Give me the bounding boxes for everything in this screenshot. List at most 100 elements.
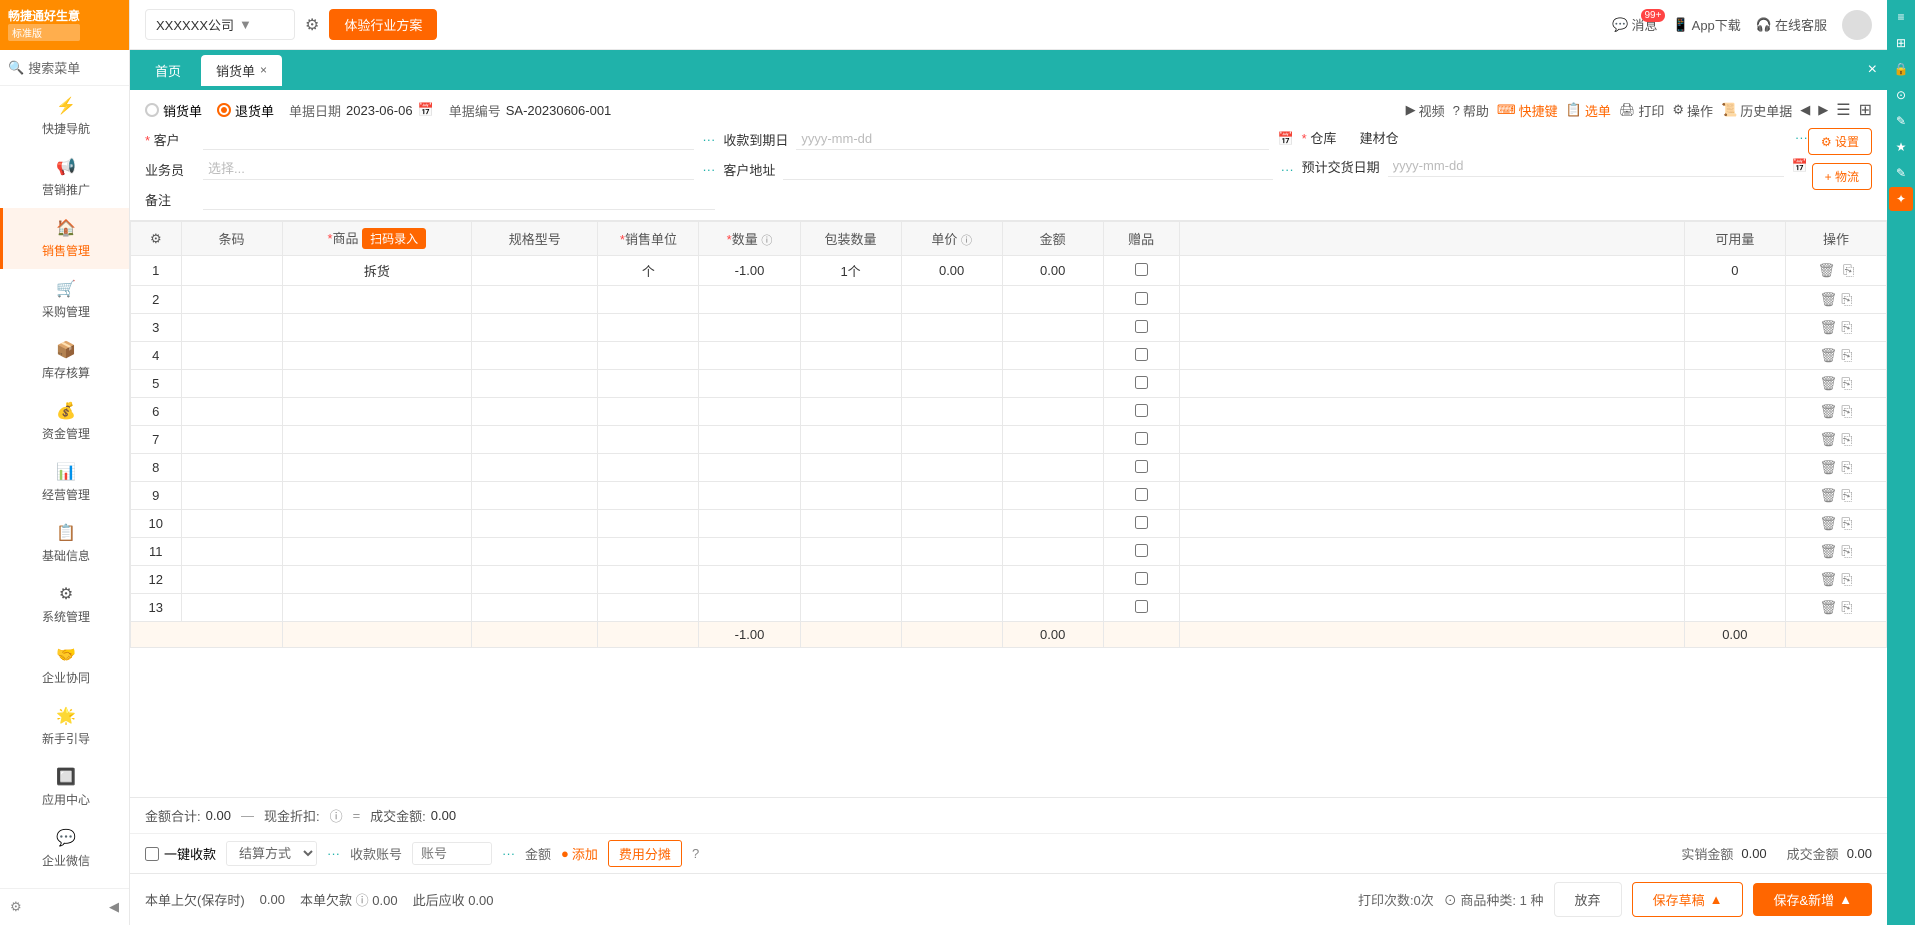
sidebar-item-basic[interactable]: 📋 基础信息 — [0, 513, 129, 574]
sidebar-item-system[interactable]: ⚙ 系统管理 — [0, 574, 129, 635]
remarks-input[interactable] — [203, 188, 715, 210]
expense-button[interactable]: 费用分摊 — [608, 840, 682, 867]
delete-icon[interactable]: 🗑 — [1819, 599, 1837, 615]
select-button[interactable]: 📋 选单 — [1566, 101, 1611, 120]
panel-btn-7[interactable]: ✎ — [1889, 161, 1913, 185]
copy-icon[interactable]: ⎘ — [1841, 403, 1852, 419]
copy-icon[interactable]: ⎘ — [1841, 571, 1852, 587]
calendar-icon[interactable]: 📅 — [418, 102, 434, 118]
sidebar-item-marketing[interactable]: 📢 营销推广 — [0, 147, 129, 208]
avatar[interactable] — [1842, 10, 1872, 40]
list-view-icon[interactable]: ☰ — [1836, 100, 1850, 120]
delete-icon[interactable]: 🗑 — [1819, 347, 1837, 363]
payment-method-select[interactable]: 结算方式 — [226, 841, 317, 866]
expected-date-input[interactable] — [1388, 155, 1784, 177]
copy-icon[interactable]: ⎘ — [1841, 375, 1852, 391]
radio-return-order[interactable]: 退货单 — [217, 101, 274, 120]
panel-btn-2[interactable]: ⊞ — [1889, 31, 1913, 55]
sidebar-item-inventory[interactable]: 📦 库存核算 — [0, 330, 129, 391]
row-qty-1[interactable]: -1.00 — [699, 256, 800, 286]
help-button[interactable]: ? 帮助 — [1453, 101, 1489, 120]
video-button[interactable]: ▶ 视频 — [1406, 101, 1445, 120]
save-new-chevron[interactable]: ▲ — [1839, 892, 1852, 907]
online-service-button[interactable]: 🎧 在线客服 — [1756, 15, 1827, 34]
panel-btn-8[interactable]: ✦ — [1889, 187, 1913, 211]
sidebar-item-sales[interactable]: 🏠 销售管理 — [0, 208, 129, 269]
radio-sales-order[interactable]: 销货单 — [145, 101, 202, 120]
settings-gear-icon[interactable]: ⚙ — [305, 15, 319, 35]
tab-sales-order[interactable]: 销货单 × — [201, 55, 282, 86]
row-pack-1[interactable]: 1个 — [800, 256, 901, 286]
sidebar-item-corp[interactable]: 🤝 企业协同 — [0, 635, 129, 696]
copy-icon[interactable]: ⎘ — [1841, 347, 1852, 363]
sidebar-search[interactable]: 🔍 搜索菜单 — [0, 50, 129, 86]
warehouse-dots[interactable]: ··· — [1795, 130, 1808, 145]
total-owe-help[interactable]: ⓘ — [356, 893, 369, 908]
panel-btn-4[interactable]: ⊙ — [1889, 83, 1913, 107]
one-click-checkbox[interactable] — [145, 847, 159, 861]
delete-icon[interactable]: 🗑 — [1819, 319, 1837, 335]
save-draft-button[interactable]: 保存草稿 ▲ — [1632, 882, 1744, 917]
sidebar-item-quicknav[interactable]: ⚡ 快捷导航 — [0, 86, 129, 147]
account-dots[interactable]: ··· — [502, 846, 515, 861]
row-spec-1[interactable] — [472, 256, 598, 286]
customer-address-input[interactable] — [783, 158, 1272, 180]
sidebar-item-wechat[interactable]: 💬 企业微信 — [0, 818, 129, 879]
row-gift-1[interactable] — [1103, 256, 1179, 286]
row-barcode-1[interactable] — [181, 256, 282, 286]
panel-btn-1[interactable]: ≡ — [1889, 5, 1913, 29]
copy-icon[interactable]: ⎘ — [1841, 291, 1852, 307]
th-settings[interactable]: ⚙ — [131, 222, 182, 256]
sidebar-item-finance[interactable]: 💰 资金管理 — [0, 391, 129, 452]
panel-btn-5[interactable]: ✎ — [1889, 109, 1913, 133]
due-date-input[interactable] — [796, 128, 1269, 150]
nav-next-icon[interactable]: ▶ — [1818, 102, 1828, 118]
ops-button[interactable]: ⚙ 操作 — [1672, 101, 1713, 120]
type-icon[interactable]: ⊙ — [1444, 893, 1457, 908]
history-button[interactable]: 📜 历史单据 — [1721, 101, 1792, 120]
save-new-button[interactable]: 保存&新增 ▲ — [1753, 883, 1872, 916]
delete-icon[interactable]: 🗑 — [1819, 487, 1837, 503]
copy-icon[interactable]: ⎘ — [1841, 431, 1852, 447]
delete-icon[interactable]: 🗑 — [1819, 403, 1837, 419]
customer-input[interactable] — [203, 128, 694, 150]
logistics-button[interactable]: + 物流 — [1812, 163, 1872, 190]
expected-date-calendar-icon[interactable]: 📅 — [1792, 158, 1808, 174]
row-price-1[interactable]: 0.00 — [901, 256, 1002, 286]
sidebar-item-guide[interactable]: 🌟 新手引导 — [0, 696, 129, 757]
scan-button[interactable]: 扫码录入 — [362, 228, 426, 249]
delete-icon[interactable]: 🗑 — [1819, 571, 1837, 587]
delete-icon[interactable]: 🗑 — [1819, 515, 1837, 531]
delete-icon[interactable]: 🗑 — [1819, 431, 1837, 447]
save-draft-chevron[interactable]: ▲ — [1710, 892, 1723, 907]
copy-icon[interactable]: ⎘ — [1841, 543, 1852, 559]
address-dots[interactable]: ··· — [1281, 162, 1294, 177]
delete-row-icon[interactable]: 🗑 — [1818, 262, 1836, 278]
copy-icon[interactable]: ⎘ — [1841, 319, 1852, 335]
copy-icon[interactable]: ⎘ — [1841, 515, 1852, 531]
copy-icon[interactable]: ⎘ — [1841, 459, 1852, 475]
sidebar-item-purchase[interactable]: 🛒 采购管理 — [0, 269, 129, 330]
row-amount-1[interactable]: 0.00 — [1002, 256, 1103, 286]
copy-row-icon[interactable]: ⎘ — [1843, 262, 1854, 278]
payment-method-dots[interactable]: ··· — [327, 846, 340, 861]
app-download-button[interactable]: 📱 App下载 — [1672, 15, 1740, 34]
discount-help-icon[interactable]: ⓘ — [330, 806, 343, 825]
delete-icon[interactable]: 🗑 — [1819, 459, 1837, 475]
add-payment-button[interactable]: ● 添加 — [561, 844, 598, 863]
tab-home[interactable]: 首页 — [140, 55, 196, 86]
sidebar-item-apps[interactable]: 🔲 应用中心 — [0, 757, 129, 818]
tab-close-icon[interactable]: × — [260, 63, 267, 77]
expense-help-icon[interactable]: ? — [692, 846, 699, 861]
shortcut-button[interactable]: ⌨ 快捷键 — [1497, 101, 1558, 120]
row-product-1[interactable]: 拆货 — [282, 256, 471, 286]
row-unit-1[interactable]: 个 — [598, 256, 699, 286]
due-date-calendar-icon[interactable]: 📅 — [1277, 131, 1293, 147]
delete-icon[interactable]: 🗑 — [1819, 291, 1837, 307]
collapse-icon[interactable]: ◀ — [109, 899, 119, 915]
settings-icon[interactable]: ⚙ — [10, 899, 22, 915]
sidebar-item-operations[interactable]: 📊 经营管理 — [0, 452, 129, 513]
panel-btn-3[interactable]: 🔒 — [1889, 57, 1913, 81]
copy-icon[interactable]: ⎘ — [1841, 487, 1852, 503]
message-button[interactable]: 💬 消息 99+ — [1612, 15, 1657, 34]
